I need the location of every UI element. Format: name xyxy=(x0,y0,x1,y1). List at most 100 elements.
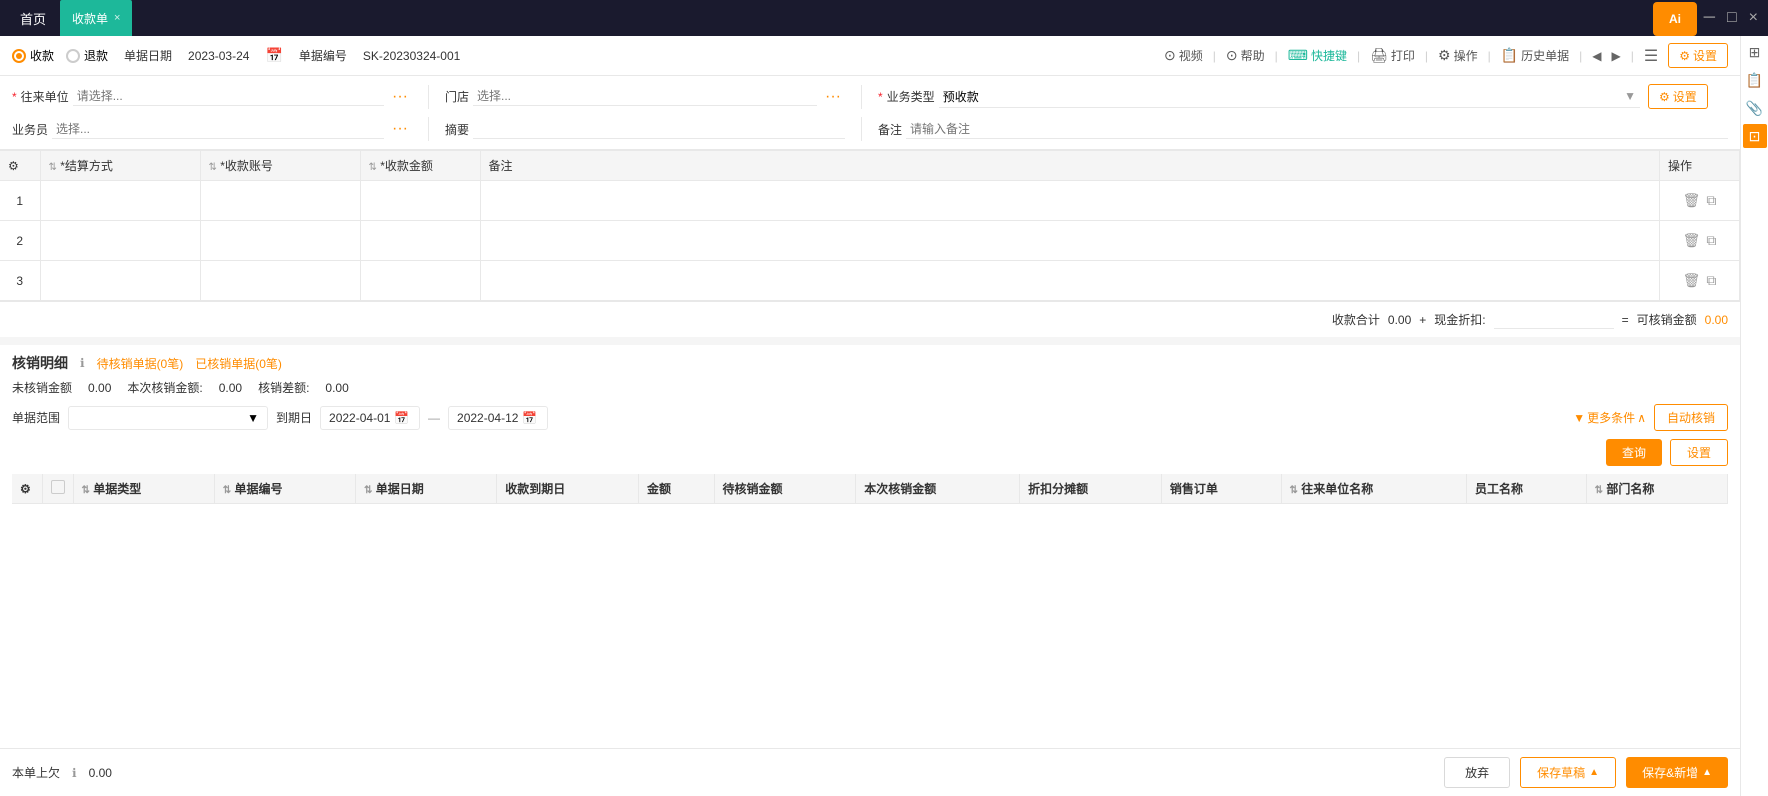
sort-account-icon[interactable]: ⇅ xyxy=(209,162,217,173)
salesperson-input[interactable] xyxy=(52,120,384,139)
info-icon[interactable]: ℹ xyxy=(80,356,85,370)
table-row: 3 🗑 ⧉ xyxy=(0,261,1740,301)
save-draft-btn[interactable]: 保存草稿 ▲ xyxy=(1520,757,1616,788)
delete-icon-1[interactable]: 🗑 xyxy=(1683,192,1701,209)
sort-amount-icon[interactable]: ⇅ xyxy=(369,162,377,173)
operation-btn[interactable]: ⚙ 操作 xyxy=(1438,47,1478,64)
th-number-label: 单据编号 xyxy=(235,482,283,496)
copy-icon-1[interactable]: ⧉ xyxy=(1706,192,1716,209)
pending-tag-btn[interactable]: 待核销单据(0笔) xyxy=(97,355,184,372)
receipt-type-radio: 收款 退款 xyxy=(12,47,108,64)
row-remark-3[interactable] xyxy=(480,261,1660,301)
done-tag-btn[interactable]: 已核销单据(0笔) xyxy=(195,355,282,372)
sort-settle-icon[interactable]: ⇅ xyxy=(49,162,57,173)
business-type-select[interactable]: 预收款 ▼ xyxy=(939,86,1640,108)
form-area: * 往来单位 ··· 门店 ··· * 业务类型 xyxy=(0,76,1740,150)
row-remark-1[interactable] xyxy=(480,181,1660,221)
th-current: 本次核销金额 xyxy=(856,474,1020,504)
th-order-label: 销售订单 xyxy=(1170,482,1218,496)
more-filter-btn[interactable]: ▼ 更多条件 ∧ xyxy=(1573,409,1646,426)
sidebar-screen-icon[interactable]: ⊡ xyxy=(1743,124,1767,148)
query-btn[interactable]: 查询 xyxy=(1606,439,1662,466)
th-gear2[interactable]: ⚙ xyxy=(12,474,42,504)
shortcut-btn[interactable]: ⌨ 快捷键 xyxy=(1288,47,1347,64)
th-discount: 折扣分摊额 xyxy=(1020,474,1162,504)
gear-icon2: ⚙ xyxy=(8,159,19,173)
th-operation-label: 操作 xyxy=(1668,159,1692,173)
auto-writeoff-btn[interactable]: 自动核销 xyxy=(1654,404,1728,431)
date-from-input[interactable]: 2022-04-01 📅 xyxy=(320,406,420,430)
sort-number-icon[interactable]: ⇅ xyxy=(223,485,231,496)
delete-icon-2[interactable]: 🗑 xyxy=(1683,232,1701,249)
form-setting-btn[interactable]: ⚙ 设置 xyxy=(1648,84,1708,109)
abandon-btn[interactable]: 放弃 xyxy=(1444,757,1510,788)
save-new-btn[interactable]: 保存&新增 ▲ xyxy=(1626,757,1728,788)
shop-input[interactable] xyxy=(473,87,817,106)
th-checkbox[interactable] xyxy=(42,474,73,504)
copy-icon-3[interactable]: ⧉ xyxy=(1706,272,1716,289)
counterpart-more-btn[interactable]: ··· xyxy=(388,88,412,106)
calendar-icon[interactable]: 📅 xyxy=(265,47,282,64)
sort-counterpart-icon[interactable]: ⇅ xyxy=(1290,485,1298,496)
window-close-btn[interactable]: × xyxy=(1747,7,1760,29)
filter-settings-btn[interactable]: 设置 xyxy=(1670,439,1728,466)
sort-dept-icon[interactable]: ⇅ xyxy=(1595,485,1603,496)
row-account-2[interactable] xyxy=(200,221,360,261)
row-amount-1[interactable] xyxy=(360,181,480,221)
video-btn[interactable]: ⊙ 视频 xyxy=(1164,47,1203,64)
row-account-3[interactable] xyxy=(200,261,360,301)
counterpart-input[interactable] xyxy=(73,87,384,106)
nav-next-icon[interactable]: ▶ xyxy=(1612,49,1621,63)
th-remark: 备注 xyxy=(480,151,1660,181)
receipt-table: ⚙ ⇅ *结算方式 ⇅ *收款账号 xyxy=(0,151,1740,301)
remark-input[interactable] xyxy=(906,120,1728,139)
range-select[interactable]: ▼ xyxy=(68,406,268,430)
sort-date-icon[interactable]: ⇅ xyxy=(364,485,372,496)
window-minimize-btn[interactable]: ─ xyxy=(1702,7,1717,29)
nav-prev-icon[interactable]: ◀ xyxy=(1592,49,1601,63)
nav-tab-close[interactable]: × xyxy=(114,12,120,24)
th-amount2-label: 金额 xyxy=(647,482,671,496)
radio-receipt[interactable]: 收款 xyxy=(12,47,54,64)
sidebar-attach-icon[interactable]: 📎 xyxy=(1743,96,1767,120)
setting-btn[interactable]: ⚙ 设置 xyxy=(1668,43,1728,68)
writeoff-header: 核销明细 ℹ 待核销单据(0笔) 已核销单据(0笔) xyxy=(12,353,1728,373)
required-star: * xyxy=(12,90,17,104)
row-amount-3[interactable] xyxy=(360,261,480,301)
row-remark-2[interactable] xyxy=(480,221,1660,261)
sort-type-icon[interactable]: ⇅ xyxy=(82,485,90,496)
history-btn[interactable]: 📋 历史单据 xyxy=(1501,47,1569,64)
delete-icon-3[interactable]: 🗑 xyxy=(1683,272,1701,289)
th-type: ⇅ 单据类型 xyxy=(73,474,214,504)
ai-button[interactable]: Ai xyxy=(1653,2,1697,36)
help-label: 帮助 xyxy=(1241,47,1265,64)
row-settle-2[interactable] xyxy=(40,221,200,261)
date-to-input[interactable]: 2022-04-12 📅 xyxy=(448,406,548,430)
number-label: 单据编号 xyxy=(299,47,347,64)
copy-icon-2[interactable]: ⧉ xyxy=(1706,232,1716,249)
summary-input[interactable] xyxy=(473,120,845,139)
help-icon: ⊙ xyxy=(1226,47,1238,64)
window-maximize-btn[interactable]: □ xyxy=(1725,7,1739,29)
print-label: 打印 xyxy=(1391,47,1415,64)
nav-tab-receipt[interactable]: 收款单 × xyxy=(60,0,132,36)
row-settle-3[interactable] xyxy=(40,261,200,301)
shop-more-btn[interactable]: ··· xyxy=(821,88,845,106)
th-gear[interactable]: ⚙ xyxy=(0,151,40,181)
range-arrow-icon: ▼ xyxy=(247,411,259,425)
row-amount-2[interactable] xyxy=(360,221,480,261)
sidebar-table-icon[interactable]: ⊞ xyxy=(1743,40,1767,64)
salesperson-more-btn[interactable]: ··· xyxy=(388,120,412,138)
discount-input[interactable] xyxy=(1494,310,1614,329)
radio-refund[interactable]: 退款 xyxy=(66,47,108,64)
row-account-1[interactable] xyxy=(200,181,360,221)
shortcut-label: 快捷键 xyxy=(1311,47,1347,64)
row-settle-1[interactable] xyxy=(40,181,200,221)
nav-home[interactable]: 首页 xyxy=(8,9,58,28)
print-btn[interactable]: 🖨 打印 xyxy=(1370,47,1415,64)
help-btn[interactable]: ⊙ 帮助 xyxy=(1226,47,1265,64)
draft-arrow-icon: ▲ xyxy=(1589,767,1599,778)
select-all-checkbox[interactable] xyxy=(51,480,65,494)
list-icon[interactable]: ☰ xyxy=(1644,46,1658,66)
sidebar-doc-icon[interactable]: 📋 xyxy=(1743,68,1767,92)
